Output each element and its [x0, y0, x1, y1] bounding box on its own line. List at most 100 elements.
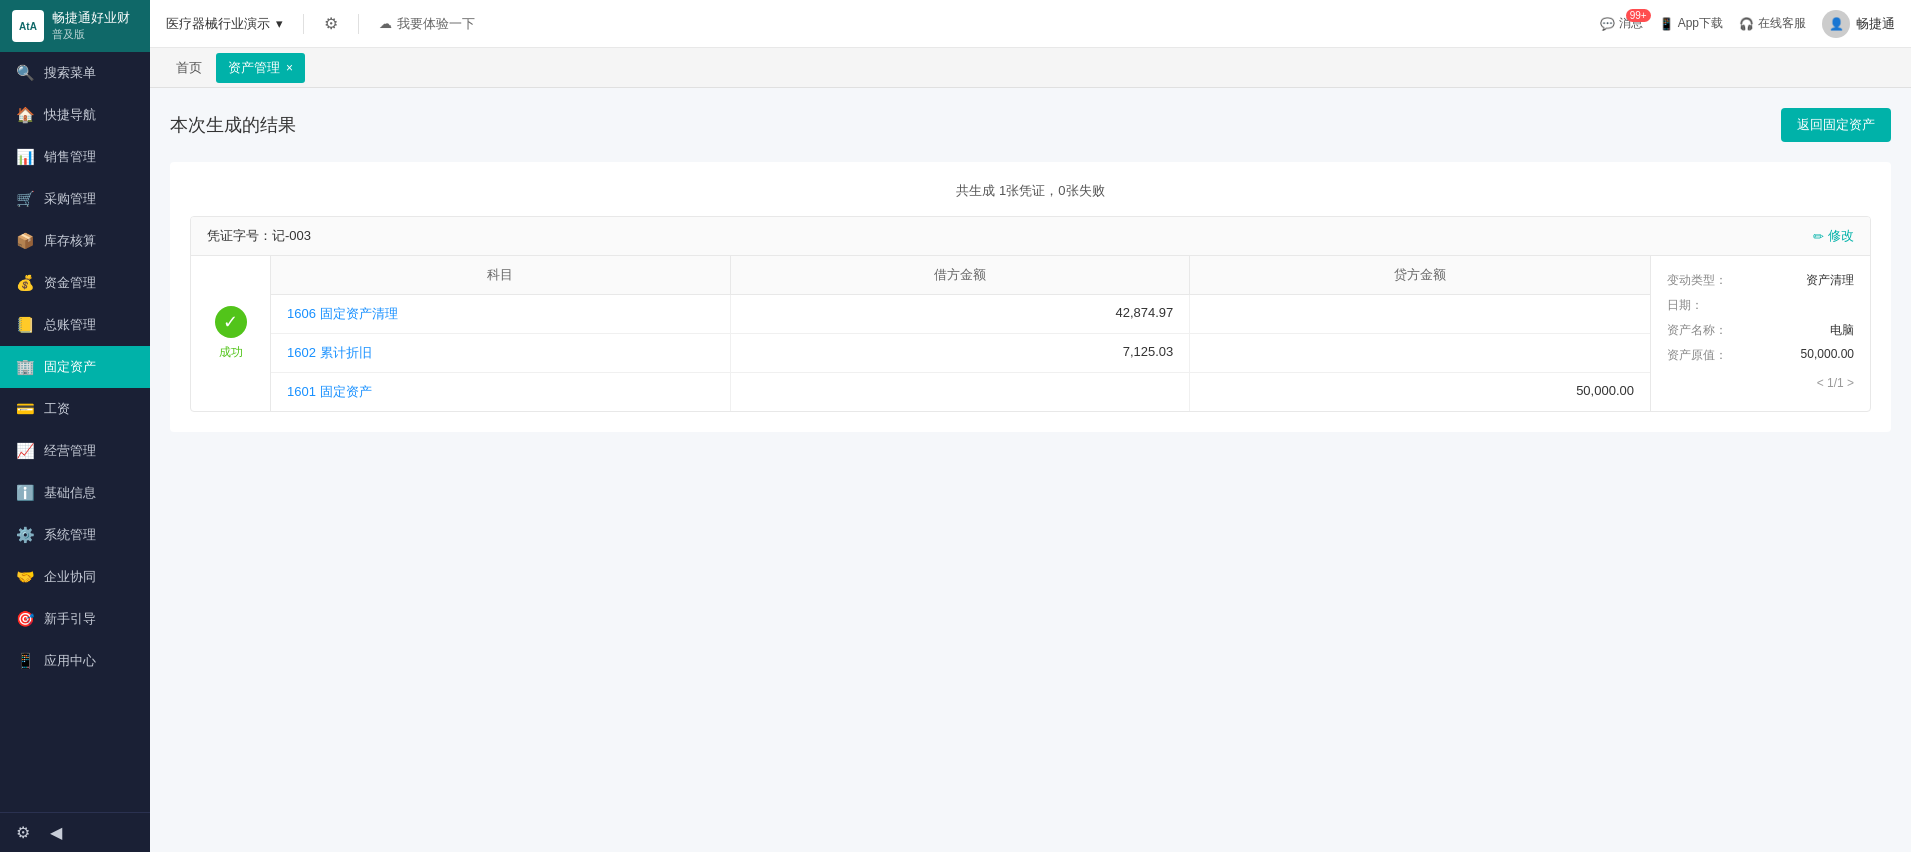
credit-2 — [1190, 334, 1650, 372]
sidebar-item-ledger[interactable]: 📒 总账管理 — [0, 304, 150, 346]
tab-home[interactable]: 首页 — [166, 53, 212, 83]
debit-1: 42,874.97 — [731, 295, 1191, 333]
page-header: 本次生成的结果 返回固定资产 — [170, 108, 1891, 142]
table-header: 科目 借方金额 贷方金额 — [271, 256, 1650, 295]
tab-close-icon[interactable]: × — [286, 61, 293, 75]
success-icon: ✓ — [215, 306, 247, 338]
page-content: 本次生成的结果 返回固定资产 共生成 1张凭证，0张失败 凭证字号：记-003 … — [150, 88, 1911, 852]
header-subject: 科目 — [271, 256, 731, 294]
topbar-divider2 — [358, 14, 359, 34]
voucher-rows: ✓ 成功 科目 借方金额 贷方金额 1606 固定资产清理 — [191, 256, 1650, 411]
edit-label: 修改 — [1828, 227, 1854, 245]
main-content: 医疗器械行业演示 ▾ ⚙ ☁ 我要体验一下 💬 消息 99+ 📱 App下载 🎧… — [150, 0, 1911, 852]
voucher-side: 变动类型： 资产清理 日期： 资产名称： 电脑 资产原值： — [1650, 256, 1870, 411]
sales-icon: 📊 — [16, 148, 34, 166]
capital-icon: 💰 — [16, 274, 34, 292]
chevron-down-icon: ▾ — [276, 16, 283, 31]
service-icon: 🎧 — [1739, 17, 1754, 31]
system-icon: ⚙️ — [16, 526, 34, 544]
user-avatar: 👤 — [1822, 10, 1850, 38]
app-center-icon: 📱 — [16, 652, 34, 670]
sidebar-item-search-menu[interactable]: 🔍 搜索菜单 — [0, 52, 150, 94]
app-download-icon: 📱 — [1659, 17, 1674, 31]
subject-2[interactable]: 1602 累计折旧 — [271, 334, 731, 372]
quick-nav-icon: 🏠 — [16, 106, 34, 124]
sidebar-item-label: 工资 — [44, 400, 70, 418]
sidebar-item-system[interactable]: ⚙️ 系统管理 — [0, 514, 150, 556]
service-label: 在线客服 — [1758, 15, 1806, 32]
sidebar-item-fixed-assets[interactable]: 🏢 固定资产 — [0, 346, 150, 388]
debit-2: 7,125.03 — [731, 334, 1191, 372]
app-download-button[interactable]: 📱 App下载 — [1659, 15, 1723, 32]
enterprise-icon: 🤝 — [16, 568, 34, 586]
return-button[interactable]: 返回固定资产 — [1781, 108, 1891, 142]
experience-label: 我要体验一下 — [397, 15, 475, 33]
sidebar-item-label: 资金管理 — [44, 274, 96, 292]
search-menu-icon: 🔍 — [16, 64, 34, 82]
sidebar-item-capital[interactable]: 💰 资金管理 — [0, 262, 150, 304]
voucher-card: 凭证字号：记-003 ✏ 修改 ✓ 成功 — [190, 216, 1871, 412]
topbar: 医疗器械行业演示 ▾ ⚙ ☁ 我要体验一下 💬 消息 99+ 📱 App下载 🎧… — [150, 0, 1911, 48]
sidebar-item-label: 企业协同 — [44, 568, 96, 586]
basic-info-icon: ℹ️ — [16, 484, 34, 502]
edit-button[interactable]: ✏ 修改 — [1813, 227, 1854, 245]
result-panel: 共生成 1张凭证，0张失败 凭证字号：记-003 ✏ 修改 ✓ — [170, 162, 1891, 432]
message-button[interactable]: 💬 消息 99+ — [1600, 15, 1643, 32]
settings-icon[interactable]: ⚙ — [16, 823, 30, 842]
table-row: 1606 固定资产清理 42,874.97 — [271, 295, 1650, 334]
sidebar-item-label: 基础信息 — [44, 484, 96, 502]
tabbar: 首页 资产管理 × — [150, 48, 1911, 88]
sidebar-item-label: 销售管理 — [44, 148, 96, 166]
original-value-label: 资产原值： — [1667, 347, 1727, 364]
tab-label: 资产管理 — [228, 59, 280, 77]
change-type-label: 变动类型： — [1667, 272, 1727, 289]
topbar-divider — [303, 14, 304, 34]
service-button[interactable]: 🎧 在线客服 — [1739, 15, 1806, 32]
sidebar-item-enterprise[interactable]: 🤝 企业协同 — [0, 556, 150, 598]
payroll-icon: 💳 — [16, 400, 34, 418]
sidebar-item-label: 应用中心 — [44, 652, 96, 670]
sidebar-item-label: 系统管理 — [44, 526, 96, 544]
sidebar-item-app-center[interactable]: 📱 应用中心 — [0, 640, 150, 682]
sidebar: AtA 畅捷通好业财 普及版 🔍 搜索菜单 🏠 快捷导航 📊 销售管理 🛒 采购… — [0, 0, 150, 852]
sidebar-item-payroll[interactable]: 💳 工资 — [0, 388, 150, 430]
message-badge: 99+ — [1626, 9, 1651, 22]
table-row: 1601 固定资产 50,000.00 — [271, 373, 1650, 411]
experience-button[interactable]: ☁ 我要体验一下 — [379, 15, 475, 33]
header-debit: 借方金额 — [731, 256, 1191, 294]
sidebar-item-quick-nav[interactable]: 🏠 快捷导航 — [0, 94, 150, 136]
sidebar-item-inventory[interactable]: 📦 库存核算 — [0, 220, 150, 262]
table-row: 1602 累计折旧 7,125.03 — [271, 334, 1650, 373]
sidebar-item-operations[interactable]: 📈 经营管理 — [0, 430, 150, 472]
sidebar-item-sales[interactable]: 📊 销售管理 — [0, 136, 150, 178]
sidebar-item-label: 库存核算 — [44, 232, 96, 250]
tab-asset-management[interactable]: 资产管理 × — [216, 53, 305, 83]
sidebar-item-basic-info[interactable]: ℹ️ 基础信息 — [0, 472, 150, 514]
sidebar-item-guide[interactable]: 🎯 新手引导 — [0, 598, 150, 640]
user-menu[interactable]: 👤 畅捷通 — [1822, 10, 1895, 38]
ledger-icon: 📒 — [16, 316, 34, 334]
collapse-icon[interactable]: ◀ — [50, 823, 62, 842]
subject-3[interactable]: 1601 固定资产 — [271, 373, 731, 411]
credit-1 — [1190, 295, 1650, 333]
header-credit: 贷方金额 — [1190, 256, 1650, 294]
sidebar-item-purchase[interactable]: 🛒 采购管理 — [0, 178, 150, 220]
subject-1[interactable]: 1606 固定资产清理 — [271, 295, 731, 333]
sidebar-item-label: 搜索菜单 — [44, 64, 96, 82]
company-selector[interactable]: 医疗器械行业演示 ▾ — [166, 15, 283, 33]
success-text: 成功 — [219, 344, 243, 361]
pagination[interactable]: < 1/1 > — [1667, 376, 1854, 390]
sidebar-bottom: ⚙ ◀ — [0, 812, 150, 852]
logo-icon: AtA — [12, 10, 44, 42]
sidebar-item-label: 总账管理 — [44, 316, 96, 334]
logo-sub: 普及版 — [52, 27, 130, 42]
operations-icon: 📈 — [16, 442, 34, 460]
original-value-row: 资产原值： 50,000.00 — [1667, 347, 1854, 364]
voucher-body: ✓ 成功 科目 借方金额 贷方金额 1606 固定资产清理 — [191, 256, 1870, 411]
topbar-right: 💬 消息 99+ 📱 App下载 🎧 在线客服 👤 畅捷通 — [1600, 10, 1895, 38]
purchase-icon: 🛒 — [16, 190, 34, 208]
credit-3: 50,000.00 — [1190, 373, 1650, 411]
topbar-settings-icon[interactable]: ⚙ — [324, 14, 338, 33]
page-title: 本次生成的结果 — [170, 113, 296, 137]
change-type-row: 变动类型： 资产清理 — [1667, 272, 1854, 289]
